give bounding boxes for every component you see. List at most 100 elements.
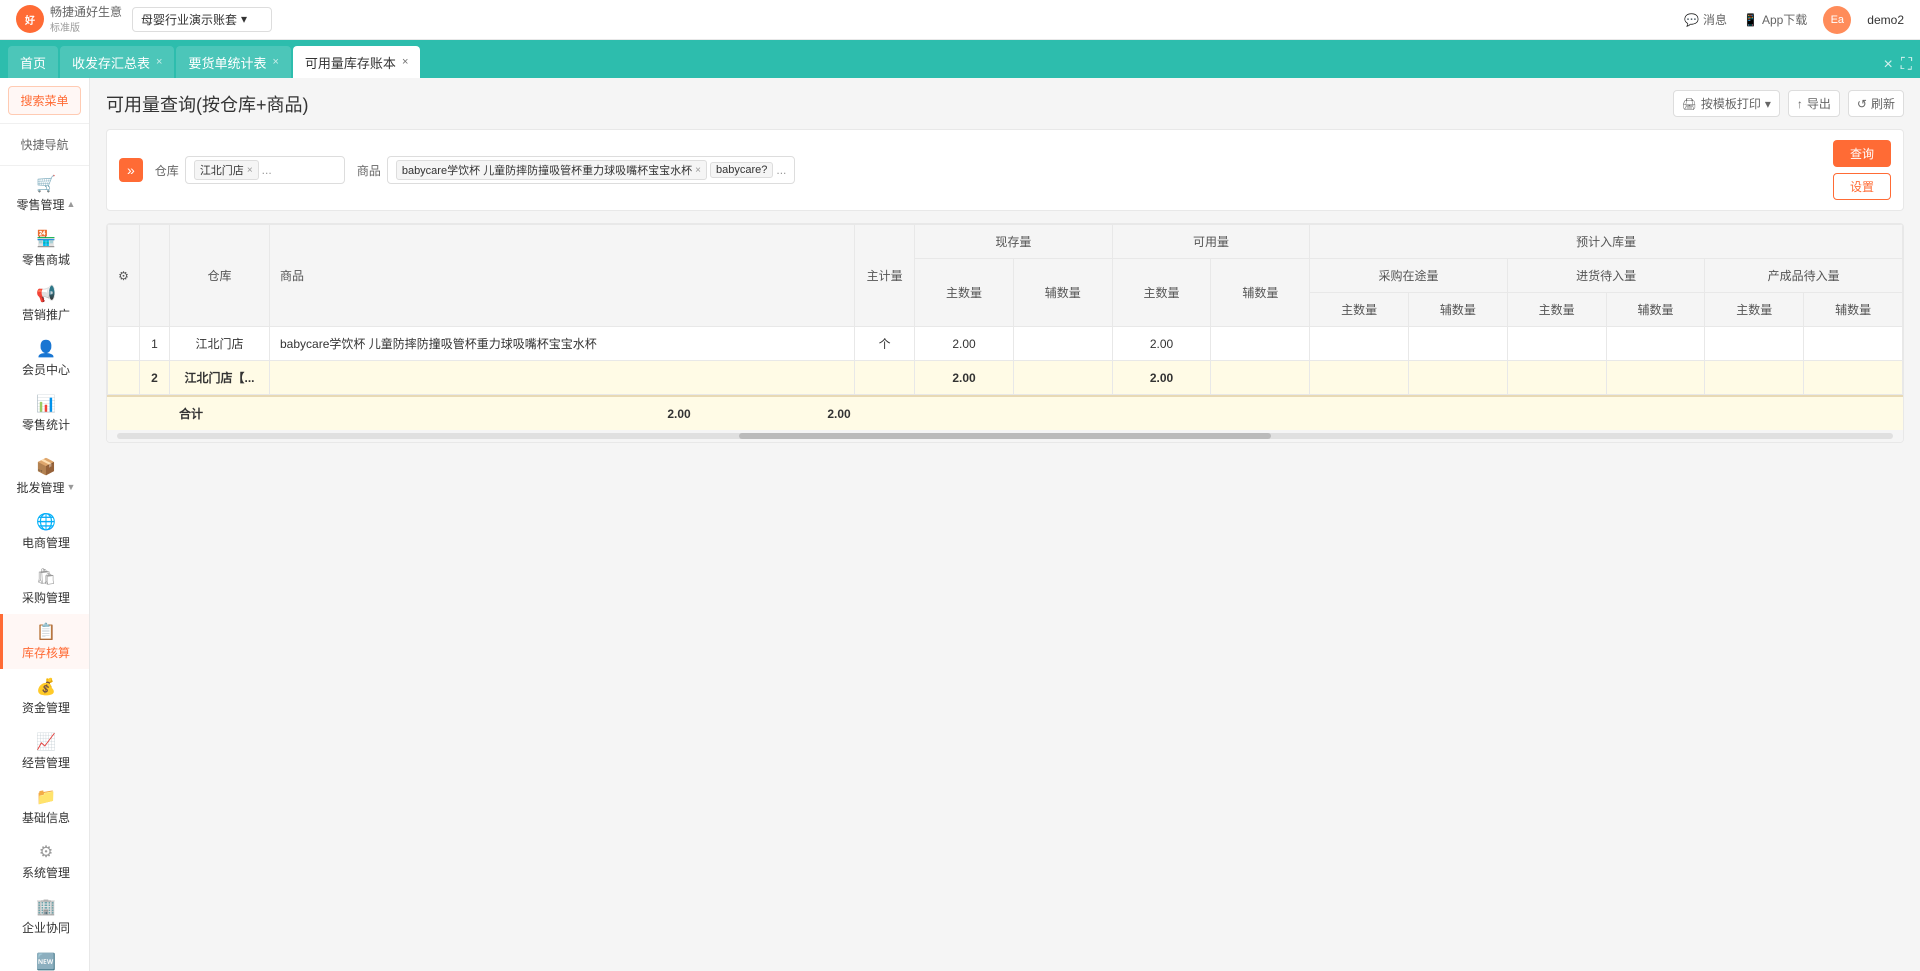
sidebar-item-basic[interactable]: 📁 基础信息	[0, 779, 89, 834]
footer-avail-main: 2.00	[799, 407, 879, 421]
sidebar-item-marketing[interactable]: 📢 营销推广	[0, 276, 89, 331]
tab-yaohuo[interactable]: 要货单统计表 ×	[176, 46, 290, 78]
subtotal-avail-main: 2.00	[1112, 361, 1211, 395]
sidebar-item-zero-stat[interactable]: 📊 零售统计	[0, 386, 89, 441]
tab-shoufacun[interactable]: 收发存汇总表 ×	[60, 46, 174, 78]
subtotal-pp-aux	[1804, 361, 1903, 395]
th-gear: ⚙	[108, 225, 140, 327]
subtotal-pt-main	[1310, 361, 1409, 395]
avatar[interactable]: Ea	[1823, 6, 1851, 34]
search-menu-btn[interactable]: 搜索菜单	[8, 86, 81, 115]
sidebar-item-zero-retail-label: 零售管理	[17, 196, 65, 213]
gear-icon[interactable]: ⚙	[118, 269, 129, 283]
th-purchase-transit: 采购在途量	[1310, 259, 1508, 293]
logo-text-wrap: 畅捷通好生意 标准版	[50, 5, 122, 34]
message-btn[interactable]: 💬 消息	[1684, 11, 1727, 28]
export-btn[interactable]: ↑ 导出	[1788, 90, 1840, 117]
app-label: App下载	[1762, 11, 1807, 28]
sidebar: 搜索菜单 快捷导航 🛒 零售管理 ▲ 🏪 零售商城 📢 营销推广 👤 会员中心 …	[0, 78, 90, 971]
tab-home-label: 首页	[20, 53, 46, 72]
close-tab-btn[interactable]: ×	[1883, 56, 1892, 74]
sidebar-item-zero-mall[interactable]: 🏪 零售商城	[0, 221, 89, 276]
data-table: ⚙ 仓库 商品 主计量 现存量 可用量 预计入库量 主数量 辅数量 主数量	[107, 224, 1903, 395]
cell-warehouse: 江北门店	[170, 327, 270, 361]
tab-shoufacun-close[interactable]: ×	[156, 56, 162, 68]
stat-icon: 📊	[36, 394, 56, 414]
th-pt-aux: 辅数量	[1409, 293, 1508, 327]
quick-nav-btn[interactable]: 快捷导航	[0, 130, 89, 159]
th-stock-main: 主数量	[915, 259, 1014, 327]
th-rownum	[140, 225, 170, 327]
sidebar-item-operation[interactable]: 📈 经营管理	[0, 724, 89, 779]
th-inbound-pending: 进货待入量	[1507, 259, 1705, 293]
sidebar-item-finance[interactable]: 💰 资金管理	[0, 669, 89, 724]
tab-kucun[interactable]: 可用量库存账本 ×	[293, 46, 420, 78]
sidebar-item-inventory-label: 库存核算	[22, 644, 70, 661]
tab-kucun-label: 可用量库存账本	[305, 53, 396, 72]
sidebar-item-purchase[interactable]: 🛍 采购管理	[0, 559, 89, 614]
horizontal-scrollbar[interactable]	[107, 430, 1903, 442]
query-btn[interactable]: 查询	[1833, 140, 1891, 167]
maximize-btn[interactable]: ⛶	[1901, 56, 1912, 74]
industry-select[interactable]: 母婴行业演示账套 ▾	[132, 7, 272, 32]
top-bar-right: 💬 消息 📱 App下载 Ea demo2	[1684, 6, 1904, 34]
warehouse-field: 仓库 江北门店 × ...	[155, 156, 345, 184]
product-field: 商品 babycare学饮杯 儿童防摔防撞吸管杯重力球吸嘴杯宝宝水杯 × bab…	[357, 156, 796, 184]
cell-avail-aux	[1211, 327, 1310, 361]
subtotal-row: 2 江北门店【... 2.00 2.00	[108, 361, 1903, 395]
app-download-btn[interactable]: 📱 App下载	[1743, 11, 1807, 28]
industry-label: 母婴行业演示账套	[141, 11, 237, 28]
subtotal-product	[270, 361, 855, 395]
warehouse-input[interactable]: 江北门店 × ...	[185, 156, 345, 184]
scroll-thumb[interactable]	[739, 433, 1272, 439]
warehouse-more[interactable]: ...	[262, 163, 272, 177]
print-btn[interactable]: 🖨 按模板打印 ▾	[1673, 90, 1780, 117]
enterprise-icon: 🏢	[36, 897, 56, 917]
scroll-track	[117, 433, 1893, 439]
sidebar-item-ecommerce[interactable]: 🌐 电商管理	[0, 504, 89, 559]
chevron-icon: ▲	[67, 199, 76, 209]
sidebar-item-enterprise[interactable]: 🏢 企业协同	[0, 889, 89, 944]
sidebar-item-zero-retail[interactable]: 🛒 零售管理 ▲	[0, 166, 89, 221]
th-pp-main: 主数量	[1705, 293, 1804, 327]
newbie-icon: 🆕	[36, 952, 56, 971]
setting-btn[interactable]: 设置	[1833, 173, 1891, 200]
sidebar-item-member[interactable]: 👤 会员中心	[0, 331, 89, 386]
th-ip-aux: 辅数量	[1606, 293, 1705, 327]
batch-icon: 📦	[36, 457, 56, 477]
th-current-stock: 现存量	[915, 225, 1113, 259]
tab-yaohuo-close[interactable]: ×	[272, 56, 278, 68]
system-icon: ⚙	[39, 842, 53, 862]
sidebar-item-zero-mall-label: 零售商城	[22, 251, 70, 268]
user-name[interactable]: demo2	[1867, 13, 1904, 27]
sidebar-item-batch[interactable]: 📦 批发管理 ▼	[0, 449, 89, 504]
refresh-btn[interactable]: ↺ 刷新	[1848, 90, 1904, 117]
tab-home[interactable]: 首页	[8, 46, 58, 78]
marketing-icon: 📢	[36, 284, 56, 304]
product-more[interactable]: ...	[776, 163, 786, 177]
footer-label: 合计	[179, 405, 279, 422]
table-row: 1 江北门店 babycare学饮杯 儿童防摔防撞吸管杯重力球吸嘴杯宝宝水杯 个…	[108, 327, 1903, 361]
expand-btn[interactable]: »	[119, 158, 143, 182]
operation-icon: 📈	[36, 732, 56, 752]
product-label: 商品	[357, 162, 381, 179]
tab-kucun-close[interactable]: ×	[402, 56, 408, 68]
member-icon: 👤	[36, 339, 56, 359]
th-avail-aux: 辅数量	[1211, 259, 1310, 327]
warehouse-tag-close[interactable]: ×	[247, 165, 253, 176]
sidebar-item-inventory[interactable]: 📋 库存核算	[0, 614, 89, 669]
table-footer: 合计 2.00 2.00	[107, 395, 1903, 430]
top-bar-left: 好 畅捷通好生意 标准版 母婴行业演示账套 ▾	[16, 5, 272, 34]
product-input[interactable]: babycare学饮杯 儿童防摔防撞吸管杯重力球吸嘴杯宝宝水杯 × babyca…	[387, 156, 796, 184]
batch-chevron-icon: ▼	[67, 482, 76, 492]
sidebar-item-system[interactable]: ⚙ 系统管理	[0, 834, 89, 889]
subtotal-gear	[108, 361, 140, 395]
warehouse-label: 仓库	[155, 162, 179, 179]
tab-shoufacun-label: 收发存汇总表	[72, 53, 150, 72]
sidebar-item-newbie[interactable]: 🆕 新手引导	[0, 944, 89, 971]
finance-icon: 💰	[36, 677, 56, 697]
tab-bar: 首页 收发存汇总表 × 要货单统计表 × 可用量库存账本 × × ⛶	[0, 40, 1920, 78]
product-tag-1-close[interactable]: ×	[695, 165, 701, 176]
th-planned-inbound: 预计入库量	[1310, 225, 1903, 259]
cell-product: babycare学饮杯 儿童防摔防撞吸管杯重力球吸嘴杯宝宝水杯	[270, 327, 855, 361]
